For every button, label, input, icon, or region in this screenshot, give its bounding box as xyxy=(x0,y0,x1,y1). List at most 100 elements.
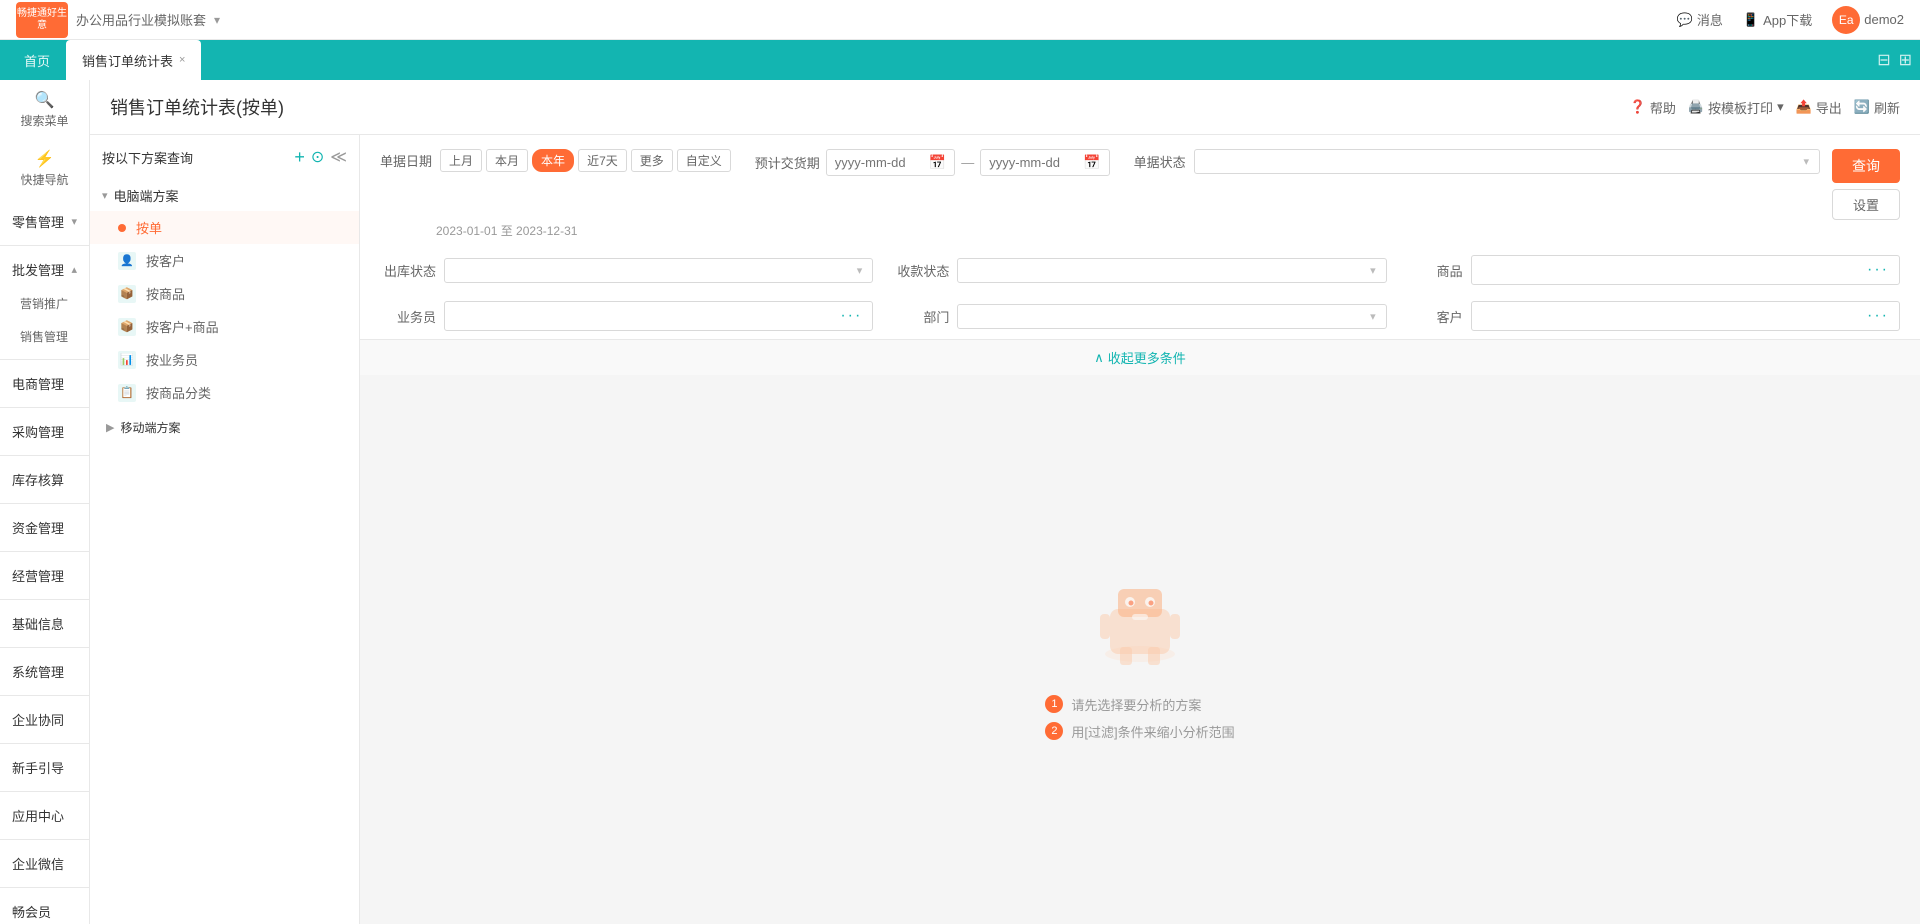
sidebar-item-retail[interactable]: 零售管理 ▾ xyxy=(0,204,89,239)
sidebar-item-newbie[interactable]: 新手引导 xyxy=(0,750,89,785)
sales-rep-select[interactable]: ··· xyxy=(444,301,873,331)
receipt-status-label: 收款状态 xyxy=(893,261,949,280)
ship-status-select[interactable]: ▾ xyxy=(444,258,873,283)
topbar-right: 💬 消息 📱 App下载 Ea demo2 xyxy=(1677,6,1904,34)
help-button[interactable]: ❓ 帮助 xyxy=(1630,98,1676,117)
refresh-button[interactable]: 🔄 刷新 xyxy=(1854,98,1900,117)
filter-predicted-date: 预计交货期 📅 — 📅 xyxy=(755,149,1110,176)
sidebar: 🔍 搜索菜单 ⚡ 快捷导航 零售管理 ▾ 批发管理 ▴ 营销推广 销售管理 xyxy=(0,80,90,924)
search-button[interactable]: 查询 xyxy=(1832,149,1900,183)
refresh-icon: 🔄 xyxy=(1854,99,1870,115)
sidebar-section-appcenter: 应用中心 xyxy=(0,792,89,840)
filter-area: 单据日期 上月 本月 本年 近7天 更多 自定义 xyxy=(360,135,1920,375)
date-this-month-btn[interactable]: 本月 xyxy=(486,149,528,172)
page-header: 销售订单统计表(按单) ❓ 帮助 🖨️ 按模板打印 ▾ 📤 导出 🔄 刷新 xyxy=(90,80,1920,135)
dept-select[interactable]: ▾ xyxy=(957,304,1386,329)
scheme-desktop-group-title[interactable]: ▾ 电脑端方案 xyxy=(90,180,359,211)
sidebar-subitem-sales[interactable]: 销售管理 xyxy=(0,320,89,353)
empty-hint-2: 2 用[过滤]条件来缩小分析范围 xyxy=(1045,722,1234,741)
sidebar-item-basic[interactable]: 基础信息 xyxy=(0,606,89,641)
filter-ship-status: 出库状态 ▾ xyxy=(380,255,873,285)
scheme-add-button[interactable]: + xyxy=(294,147,305,168)
date-last-month-btn[interactable]: 上月 xyxy=(440,149,482,172)
calendar-end-icon: 📅 xyxy=(1083,154,1100,171)
settings-button[interactable]: 设置 xyxy=(1832,189,1900,220)
active-indicator xyxy=(118,224,126,232)
sidebar-section-retail: 零售管理 ▾ xyxy=(0,198,89,246)
sidebar-item-system[interactable]: 系统管理 xyxy=(0,654,89,689)
sidebar-item-quicknav[interactable]: ⚡ 快捷导航 xyxy=(0,139,89,198)
scheme-settings-button[interactable]: ⊙ xyxy=(311,147,324,168)
goods-select[interactable]: ··· xyxy=(1471,255,1900,285)
tab-home[interactable]: 首页 xyxy=(8,40,66,80)
date-more-btn[interactable]: 更多 xyxy=(631,149,673,172)
scheme-item-by-salesman[interactable]: 📊 按业务员 xyxy=(90,343,359,376)
scheme-item-by-order[interactable]: 按单 xyxy=(90,211,359,244)
sidebar-item-purchase[interactable]: 采购管理 xyxy=(0,414,89,449)
receipt-status-arrow: ▾ xyxy=(1370,264,1376,277)
sidebar-section-corp: 企业协同 xyxy=(0,696,89,744)
sidebar-item-member[interactable]: 畅会员 xyxy=(0,894,89,924)
date-quick-buttons: 上月 本月 本年 近7天 更多 自定义 xyxy=(440,149,731,172)
app-download-button[interactable]: 📱 App下载 xyxy=(1743,10,1812,29)
date-7days-btn[interactable]: 近7天 xyxy=(578,149,627,172)
dept-arrow: ▾ xyxy=(1370,310,1376,323)
status-label: 单据状态 xyxy=(1134,152,1186,171)
calendar-start-icon: 📅 xyxy=(929,154,946,171)
sidebar-subitem-marketing[interactable]: 营销推广 xyxy=(0,287,89,320)
export-button[interactable]: 📤 导出 xyxy=(1796,98,1842,117)
scheme-panel-actions: + ⊙ ≪ xyxy=(294,147,347,168)
user-menu[interactable]: Ea demo2 xyxy=(1832,6,1904,34)
scheme-item-by-customer-goods[interactable]: 📦 按客户+商品 xyxy=(90,310,359,343)
main-layout: 🔍 搜索菜单 ⚡ 快捷导航 零售管理 ▾ 批发管理 ▴ 营销推广 销售管理 xyxy=(0,80,1920,924)
sidebar-item-wholesale[interactable]: 批发管理 ▴ xyxy=(0,252,89,287)
sidebar-item-corp[interactable]: 企业协同 xyxy=(0,702,89,737)
predicted-date-end[interactable]: 📅 xyxy=(980,149,1109,176)
filter-row-3: 业务员 ··· 部门 ▾ xyxy=(360,293,1920,339)
sidebar-section-member: 畅会员 xyxy=(0,888,89,924)
hint-num-1: 1 xyxy=(1045,695,1063,713)
filter-sales-rep: 业务员 ··· xyxy=(380,301,873,331)
date-separator: — xyxy=(961,155,974,170)
tab-close-button[interactable]: × xyxy=(179,54,185,66)
predicted-date-end-input[interactable] xyxy=(989,155,1079,170)
print-icon: 🖨️ xyxy=(1688,99,1704,115)
predicted-date-label: 预计交货期 xyxy=(755,153,820,172)
search-icon: 🔍 xyxy=(35,90,55,110)
receipt-status-select[interactable]: ▾ xyxy=(957,258,1386,283)
minimize-icon[interactable]: ⊟ xyxy=(1877,50,1890,70)
sidebar-section-wechat: 企业微信 xyxy=(0,840,89,888)
app-dropdown-arrow[interactable]: ▾ xyxy=(214,13,220,27)
sidebar-item-operation[interactable]: 经营管理 xyxy=(0,558,89,593)
scheme-collapse-button[interactable]: ≪ xyxy=(330,147,347,168)
predicted-date-start-input[interactable] xyxy=(835,155,925,170)
maximize-icon[interactable]: ⊞ xyxy=(1899,50,1912,70)
sidebar-item-ecommerce[interactable]: 电商管理 xyxy=(0,366,89,401)
date-this-year-btn[interactable]: 本年 xyxy=(532,149,574,172)
sidebar-item-finance[interactable]: 资金管理 xyxy=(0,510,89,545)
date-custom-btn[interactable]: 自定义 xyxy=(677,149,731,172)
print-dropdown-icon: ▾ xyxy=(1777,99,1784,115)
msg-button[interactable]: 💬 消息 xyxy=(1677,10,1723,29)
filter-dept: 部门 ▾ xyxy=(893,301,1386,331)
collapse-button[interactable]: ∧ 收起更多条件 xyxy=(360,339,1920,375)
scheme-item-by-customer[interactable]: 👤 按客户 xyxy=(90,244,359,277)
filter-row-1: 单据日期 上月 本月 本年 近7天 更多 自定义 xyxy=(360,135,1920,220)
tab-sales-order-stats[interactable]: 销售订单统计表 × xyxy=(66,40,201,80)
scheme-item-by-goods[interactable]: 📦 按商品 xyxy=(90,277,359,310)
export-icon: 📤 xyxy=(1796,99,1812,115)
customer-dots: ··· xyxy=(1867,307,1889,325)
predicted-date-start[interactable]: 📅 xyxy=(826,149,955,176)
sidebar-section-newbie: 新手引导 xyxy=(0,744,89,792)
sidebar-item-wechat[interactable]: 企业微信 xyxy=(0,846,89,881)
sidebar-item-search[interactable]: 🔍 搜索菜单 xyxy=(0,80,89,139)
customer-select[interactable]: ··· xyxy=(1471,301,1900,331)
scheme-item-by-goods-category[interactable]: 📋 按商品分类 xyxy=(90,376,359,409)
avatar: Ea xyxy=(1832,6,1860,34)
ship-status-arrow: ▾ xyxy=(857,264,863,277)
scheme-mobile-group-title[interactable]: ▶ 移动端方案 xyxy=(90,413,359,442)
sidebar-item-inventory[interactable]: 库存核算 xyxy=(0,462,89,497)
sidebar-item-appcenter[interactable]: 应用中心 xyxy=(0,798,89,833)
print-button[interactable]: 🖨️ 按模板打印 ▾ xyxy=(1688,98,1784,117)
status-select[interactable]: ▾ xyxy=(1194,149,1820,174)
